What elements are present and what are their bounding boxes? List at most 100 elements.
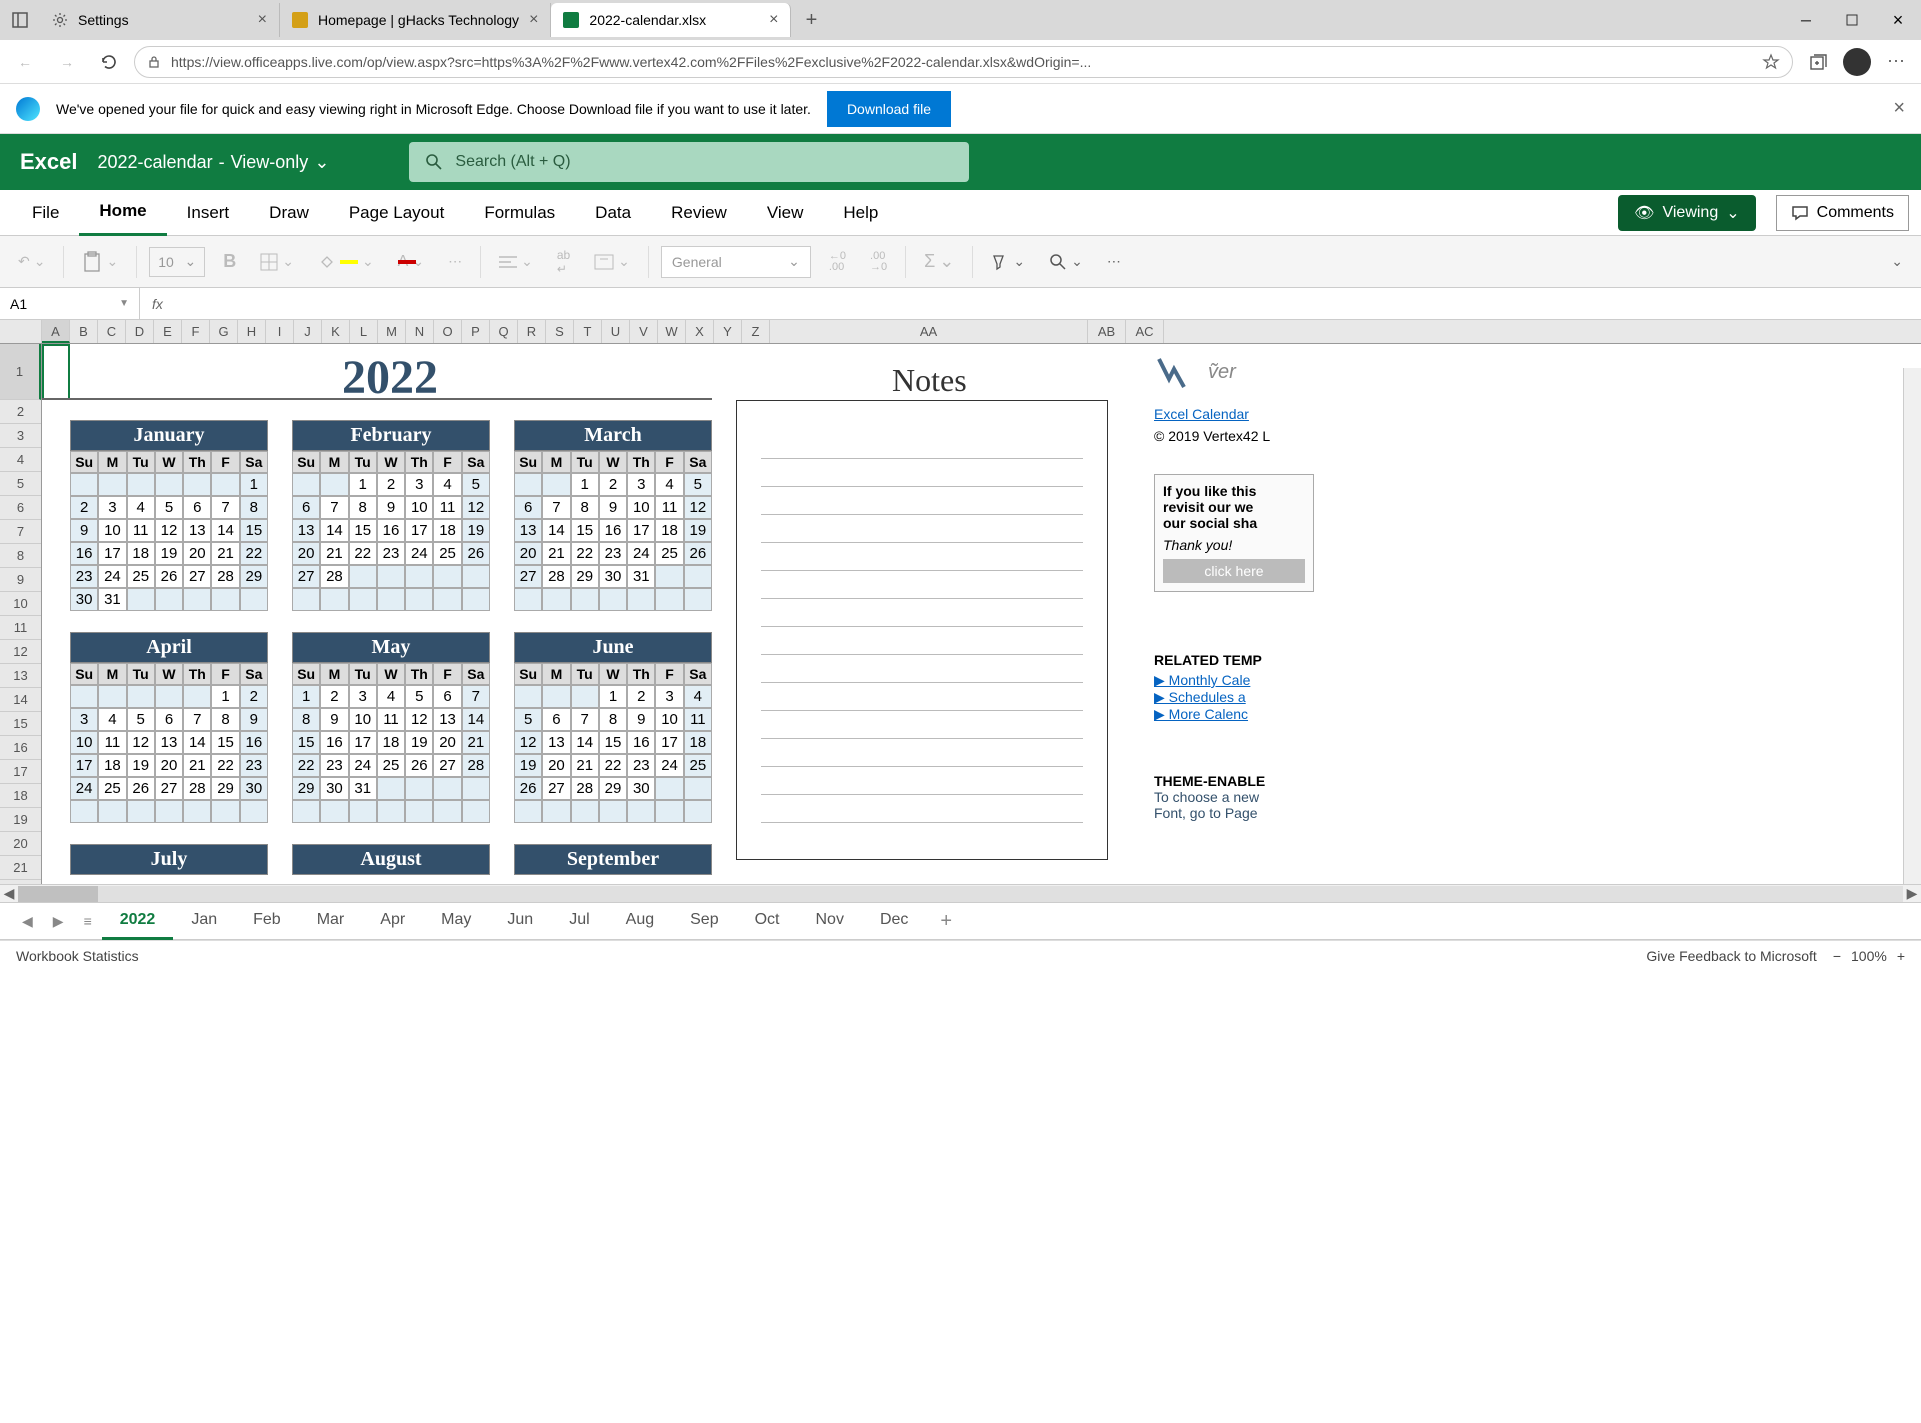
- fx-icon[interactable]: fx: [140, 296, 175, 312]
- column-header[interactable]: H: [238, 320, 266, 343]
- column-header[interactable]: X: [686, 320, 714, 343]
- column-header[interactable]: Z: [742, 320, 770, 343]
- sheet-tab-sep[interactable]: Sep: [672, 903, 736, 940]
- column-header[interactable]: A: [42, 320, 70, 343]
- browser-tab-settings[interactable]: Settings ×: [40, 3, 280, 37]
- column-header[interactable]: L: [350, 320, 378, 343]
- forward-button[interactable]: →: [50, 45, 84, 79]
- spreadsheet-grid[interactable]: 123456789101112131415161718192021 2022 N…: [0, 344, 1921, 884]
- new-tab-button[interactable]: +: [791, 0, 831, 40]
- undo-button[interactable]: ↶ ⌄: [12, 249, 51, 274]
- scroll-thumb[interactable]: [18, 886, 98, 902]
- column-header[interactable]: J: [294, 320, 322, 343]
- column-header[interactable]: M: [378, 320, 406, 343]
- row-header[interactable]: 5: [0, 472, 41, 496]
- close-icon[interactable]: ×: [258, 11, 267, 29]
- related-link[interactable]: ▶ More Calenc: [1154, 706, 1248, 722]
- fill-color-button[interactable]: ⌄: [312, 249, 380, 275]
- close-infobar-button[interactable]: ×: [1893, 97, 1905, 120]
- sheet-tab-dec[interactable]: Dec: [862, 903, 926, 940]
- row-header[interactable]: 16: [0, 736, 41, 760]
- scroll-right-button[interactable]: ▶: [1903, 885, 1921, 902]
- ribbon-tab-page-layout[interactable]: Page Layout: [329, 190, 464, 236]
- row-header[interactable]: 4: [0, 448, 41, 472]
- column-header[interactable]: E: [154, 320, 182, 343]
- sheet-tab-jun[interactable]: Jun: [489, 903, 551, 940]
- row-header[interactable]: 15: [0, 712, 41, 736]
- more-font-button[interactable]: ⋯: [442, 249, 468, 274]
- all-sheets-button[interactable]: ≡: [74, 913, 102, 929]
- url-input[interactable]: https://view.officeapps.live.com/op/view…: [134, 46, 1793, 78]
- column-header[interactable]: F: [182, 320, 210, 343]
- row-header[interactable]: 21: [0, 856, 41, 880]
- sheet-tab-2022[interactable]: 2022: [102, 903, 174, 940]
- column-header[interactable]: AC: [1126, 320, 1164, 343]
- column-header[interactable]: T: [574, 320, 602, 343]
- refresh-button[interactable]: [92, 45, 126, 79]
- column-header[interactable]: O: [434, 320, 462, 343]
- favorites-icon[interactable]: [1762, 53, 1780, 71]
- column-header[interactable]: U: [602, 320, 630, 343]
- number-format-select[interactable]: General ⌄: [661, 246, 811, 278]
- paste-button[interactable]: ⌄: [76, 247, 124, 277]
- row-header[interactable]: 2: [0, 400, 41, 424]
- row-header[interactable]: 14: [0, 688, 41, 712]
- row-header[interactable]: 9: [0, 568, 41, 592]
- column-header[interactable]: K: [322, 320, 350, 343]
- row-header[interactable]: 7: [0, 520, 41, 544]
- column-header[interactable]: S: [546, 320, 574, 343]
- increase-decimal-button[interactable]: .00→0: [864, 247, 893, 277]
- comments-button[interactable]: Comments: [1776, 195, 1909, 231]
- column-header[interactable]: N: [406, 320, 434, 343]
- row-header[interactable]: 17: [0, 760, 41, 784]
- row-header[interactable]: 18: [0, 784, 41, 808]
- sheet-tab-may[interactable]: May: [423, 903, 489, 940]
- feedback-link[interactable]: Give Feedback to Microsoft: [1646, 948, 1816, 964]
- zoom-out-button[interactable]: −: [1833, 948, 1841, 964]
- autosum-button[interactable]: Σ ⌄: [918, 247, 960, 276]
- column-header[interactable]: W: [658, 320, 686, 343]
- select-all-corner[interactable]: [0, 320, 42, 343]
- sheet-tab-jan[interactable]: Jan: [173, 903, 235, 940]
- close-window-button[interactable]: ×: [1875, 0, 1921, 40]
- sheet-tab-oct[interactable]: Oct: [737, 903, 798, 940]
- excel-calendar-link[interactable]: Excel Calendar: [1154, 406, 1249, 422]
- viewing-mode-button[interactable]: 👁 Viewing ⌄: [1618, 195, 1755, 231]
- collections-icon[interactable]: [1801, 45, 1835, 79]
- column-header[interactable]: AB: [1088, 320, 1126, 343]
- collapse-ribbon-button[interactable]: ⌄: [1885, 249, 1909, 274]
- filename-dropdown[interactable]: 2022-calendar - View-only ⌄: [98, 152, 330, 173]
- sheet-tab-apr[interactable]: Apr: [362, 903, 423, 940]
- column-header[interactable]: C: [98, 320, 126, 343]
- name-box[interactable]: A1 ▼: [0, 288, 140, 319]
- minimize-button[interactable]: ─: [1783, 0, 1829, 40]
- workbook-statistics[interactable]: Workbook Statistics: [16, 948, 139, 964]
- sheet-tab-mar[interactable]: Mar: [299, 903, 363, 940]
- maximize-button[interactable]: [1829, 0, 1875, 40]
- ribbon-tab-formulas[interactable]: Formulas: [464, 190, 575, 236]
- search-input[interactable]: Search (Alt + Q): [409, 142, 969, 182]
- more-commands-button[interactable]: ⋯: [1101, 249, 1127, 274]
- column-header[interactable]: AA: [770, 320, 1088, 343]
- column-header[interactable]: D: [126, 320, 154, 343]
- next-sheet-button[interactable]: ▶: [43, 913, 74, 930]
- ribbon-tab-home[interactable]: Home: [79, 190, 166, 236]
- ribbon-tab-view[interactable]: View: [747, 190, 824, 236]
- related-link[interactable]: ▶ Schedules a: [1154, 689, 1246, 705]
- back-button[interactable]: ←: [8, 45, 42, 79]
- close-icon[interactable]: ×: [769, 11, 778, 29]
- column-header[interactable]: Y: [714, 320, 742, 343]
- sheet-tab-feb[interactable]: Feb: [235, 903, 299, 940]
- ribbon-tab-help[interactable]: Help: [823, 190, 898, 236]
- align-button[interactable]: ⌄: [493, 249, 539, 274]
- add-sheet-button[interactable]: +: [926, 910, 966, 933]
- bold-button[interactable]: B: [217, 247, 242, 276]
- sort-filter-button[interactable]: ⌄: [985, 249, 1031, 275]
- zoom-in-button[interactable]: +: [1897, 948, 1905, 964]
- ribbon-tab-file[interactable]: File: [12, 190, 79, 236]
- scroll-left-button[interactable]: ◀: [0, 885, 18, 902]
- ribbon-tab-draw[interactable]: Draw: [249, 190, 329, 236]
- column-header[interactable]: B: [70, 320, 98, 343]
- column-header[interactable]: P: [462, 320, 490, 343]
- sheet-tab-nov[interactable]: Nov: [797, 903, 861, 940]
